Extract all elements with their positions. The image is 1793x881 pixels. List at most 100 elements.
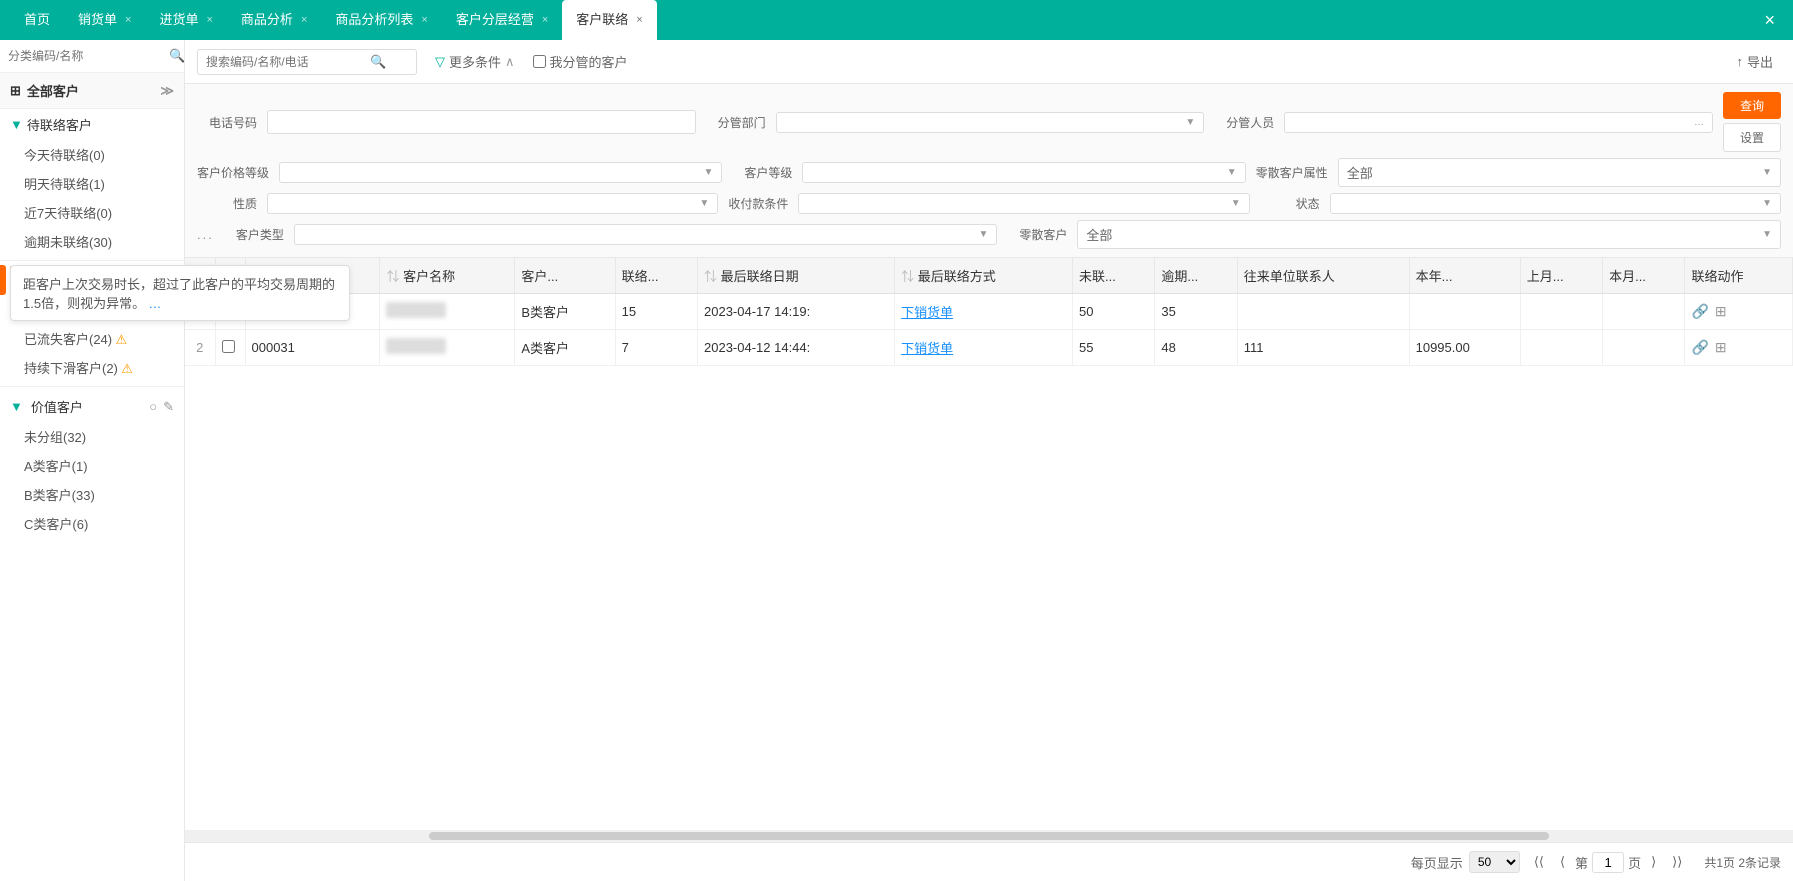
last-method-link[interactable]: 下销货单 bbox=[901, 341, 953, 356]
row-this-month bbox=[1603, 294, 1685, 330]
value-group-header[interactable]: ▼ 价值客户 ○ ✎ bbox=[0, 391, 184, 422]
nav-customer-contact-close[interactable]: × bbox=[636, 0, 642, 40]
price-tier-dropdown[interactable]: ▼ bbox=[279, 162, 722, 183]
nav-product-list-close[interactable]: × bbox=[421, 0, 427, 40]
sidebar-item-tomorrow[interactable]: 明天待联络(1) bbox=[0, 169, 184, 198]
sidebar-item-today[interactable]: 今天待联络(0) bbox=[0, 140, 184, 169]
customer-tier-dropdown[interactable]: ▼ bbox=[802, 162, 1245, 183]
contact-icon[interactable]: 🔗 bbox=[1691, 303, 1708, 320]
col-name[interactable]: ⇅ 客户名称 bbox=[380, 258, 515, 294]
status-dropdown[interactable]: ▼ bbox=[1330, 193, 1781, 214]
settings-button[interactable]: 设置 bbox=[1723, 123, 1781, 152]
window-close-btn[interactable]: × bbox=[1756, 10, 1783, 31]
scroll-thumb[interactable] bbox=[429, 832, 1549, 840]
page-input[interactable] bbox=[1592, 852, 1624, 873]
sidebar-item-overdue[interactable]: 逾期未联络(30) bbox=[0, 227, 184, 256]
nav-sales-label: 销货单 bbox=[78, 0, 117, 40]
per-page-select[interactable]: 50 100 200 bbox=[1469, 851, 1520, 873]
c-class-label: C类客户(6) bbox=[24, 517, 88, 532]
sidebar-item-7days[interactable]: 近7天待联络(0) bbox=[0, 198, 184, 227]
payment-dropdown[interactable]: ▼ bbox=[798, 193, 1249, 214]
add-group-icon[interactable]: ✎ bbox=[163, 399, 174, 415]
nav-purchase[interactable]: 进货单 × bbox=[145, 0, 226, 40]
dept-dropdown[interactable]: ▼ bbox=[776, 112, 1205, 133]
phone-label: 电话号码 bbox=[197, 114, 257, 131]
row-checkbox[interactable] bbox=[215, 330, 245, 366]
nav-sales[interactable]: 销货单 × bbox=[64, 0, 145, 40]
customer-type-dropdown[interactable]: ▼ bbox=[294, 224, 998, 245]
nav-customer-tier-close[interactable]: × bbox=[542, 0, 548, 40]
payment-label: 收付款条件 bbox=[728, 195, 788, 212]
query-button[interactable]: 查询 bbox=[1723, 92, 1781, 119]
col-last-method[interactable]: ⇅ 最后联络方式 bbox=[895, 258, 1073, 294]
col-this-month[interactable]: 本月... bbox=[1603, 258, 1685, 294]
main-layout: 🔍 ⊞ 全部客户 ≫ ▼ 待联络客户 今天待联络(0) 明天待联络(1) 近7天… bbox=[0, 40, 1793, 881]
col-last-month[interactable]: 上月... bbox=[1520, 258, 1602, 294]
tomorrow-label: 明天待联络(1) bbox=[24, 177, 105, 192]
col-action: 联络动作 bbox=[1685, 258, 1793, 294]
action-buttons: 查询 设置 bbox=[1723, 92, 1781, 152]
my-customers-checkbox[interactable]: 我分管的客户 bbox=[533, 52, 628, 71]
detail-icon[interactable]: ⊞ bbox=[1715, 303, 1727, 320]
col-partner-contact[interactable]: 往来单位联系人 bbox=[1237, 258, 1409, 294]
filter-more-btn[interactable]: ▽ 更多条件 ∧ bbox=[427, 48, 523, 75]
sidebar: 🔍 ⊞ 全部客户 ≫ ▼ 待联络客户 今天待联络(0) 明天待联络(1) 近7天… bbox=[0, 40, 185, 881]
retail-attr-chevron-icon: ▼ bbox=[1762, 167, 1772, 178]
nav-home[interactable]: 首页 bbox=[10, 0, 64, 40]
export-icon: ↑ bbox=[1736, 54, 1743, 69]
filter-search-icon[interactable]: 🔍 bbox=[370, 54, 386, 70]
nav-product-list[interactable]: 商品分析列表 × bbox=[321, 0, 441, 40]
nav-customer-contact[interactable]: 客户联络 × bbox=[562, 0, 656, 40]
col-name-label: 客户名称 bbox=[403, 269, 455, 284]
my-customers-check[interactable] bbox=[533, 55, 546, 68]
last-method-link[interactable]: 下销货单 bbox=[901, 305, 953, 320]
tooltip-more-dots[interactable]: … bbox=[148, 296, 161, 311]
sidebar-item-a-class[interactable]: A类客户(1) bbox=[0, 451, 184, 480]
sidebar-search-icon[interactable]: 🔍 bbox=[169, 48, 185, 64]
customers-table: ⚙ ⇅ 客户编码 ⇅ 客户名称 bbox=[185, 258, 1793, 366]
per-page-selector: 每页显示 50 100 200 bbox=[1411, 851, 1520, 873]
sidebar-item-churned[interactable]: 已流失客户(24) ⚠ bbox=[0, 324, 184, 353]
row-last-method[interactable]: 下销货单 bbox=[895, 294, 1073, 330]
export-btn[interactable]: ↑ 导出 bbox=[1728, 48, 1781, 75]
next-page-btn[interactable]: ⟩ bbox=[1645, 852, 1662, 872]
horizontal-scrollbar[interactable] bbox=[185, 830, 1793, 842]
nav-product-close[interactable]: × bbox=[301, 0, 307, 40]
col-this-year[interactable]: 本年... bbox=[1409, 258, 1520, 294]
detail-icon[interactable]: ⊞ bbox=[1715, 339, 1727, 356]
export-label: 导出 bbox=[1747, 52, 1773, 71]
person-dropdown[interactable]: … bbox=[1284, 112, 1713, 133]
sidebar-item-unclassified[interactable]: 未分组(32) bbox=[0, 422, 184, 451]
sidebar-search-input[interactable] bbox=[8, 49, 163, 63]
pending-group-header[interactable]: ▼ 待联络客户 bbox=[0, 109, 184, 140]
sidebar-item-b-class[interactable]: B类客户(33) bbox=[0, 480, 184, 509]
sidebar-collapse-btn[interactable]: ≫ bbox=[160, 83, 174, 99]
phone-input[interactable] bbox=[267, 110, 696, 134]
sidebar-item-c-class[interactable]: C类客户(6) bbox=[0, 509, 184, 538]
contact-icon[interactable]: 🔗 bbox=[1691, 339, 1708, 356]
prev-page-btn[interactable]: ⟨ bbox=[1554, 852, 1571, 872]
sidebar-item-declining[interactable]: 持续下滑客户(2) ⚠ bbox=[0, 353, 184, 382]
gender-dropdown[interactable]: ▼ bbox=[267, 193, 718, 214]
last-page-btn[interactable]: ⟩⟩ bbox=[1666, 852, 1688, 872]
nav-purchase-close[interactable]: × bbox=[206, 0, 212, 40]
retail-customer-dropdown[interactable]: 全部 ▼ bbox=[1077, 220, 1781, 249]
nav-product-analysis[interactable]: 商品分析 × bbox=[227, 0, 321, 40]
col-last-method-label: 最后联络方式 bbox=[918, 269, 996, 284]
sidebar-divider-1 bbox=[0, 260, 184, 261]
col-type[interactable]: 客户... bbox=[515, 258, 615, 294]
retail-attr-dropdown[interactable]: 全部 ▼ bbox=[1338, 158, 1781, 187]
col-uncontacted[interactable]: 未联... bbox=[1073, 258, 1155, 294]
edit-icon[interactable]: ○ bbox=[149, 399, 157, 415]
col-contact-count[interactable]: 联络... bbox=[615, 258, 697, 294]
filter-search-input[interactable] bbox=[206, 55, 366, 69]
churned-icon: ⚠ bbox=[115, 332, 127, 347]
first-page-btn[interactable]: ⟨⟨ bbox=[1528, 852, 1550, 872]
row-type: A类客户 bbox=[515, 330, 615, 366]
col-overdue[interactable]: 逾期... bbox=[1155, 258, 1237, 294]
nav-customer-tier[interactable]: 客户分层经营 × bbox=[442, 0, 562, 40]
row-last-method[interactable]: 下销货单 bbox=[895, 330, 1073, 366]
more-dots[interactable]: ... bbox=[197, 227, 214, 242]
col-last-date[interactable]: ⇅ 最后联络日期 bbox=[698, 258, 895, 294]
nav-sales-close[interactable]: × bbox=[125, 0, 131, 40]
